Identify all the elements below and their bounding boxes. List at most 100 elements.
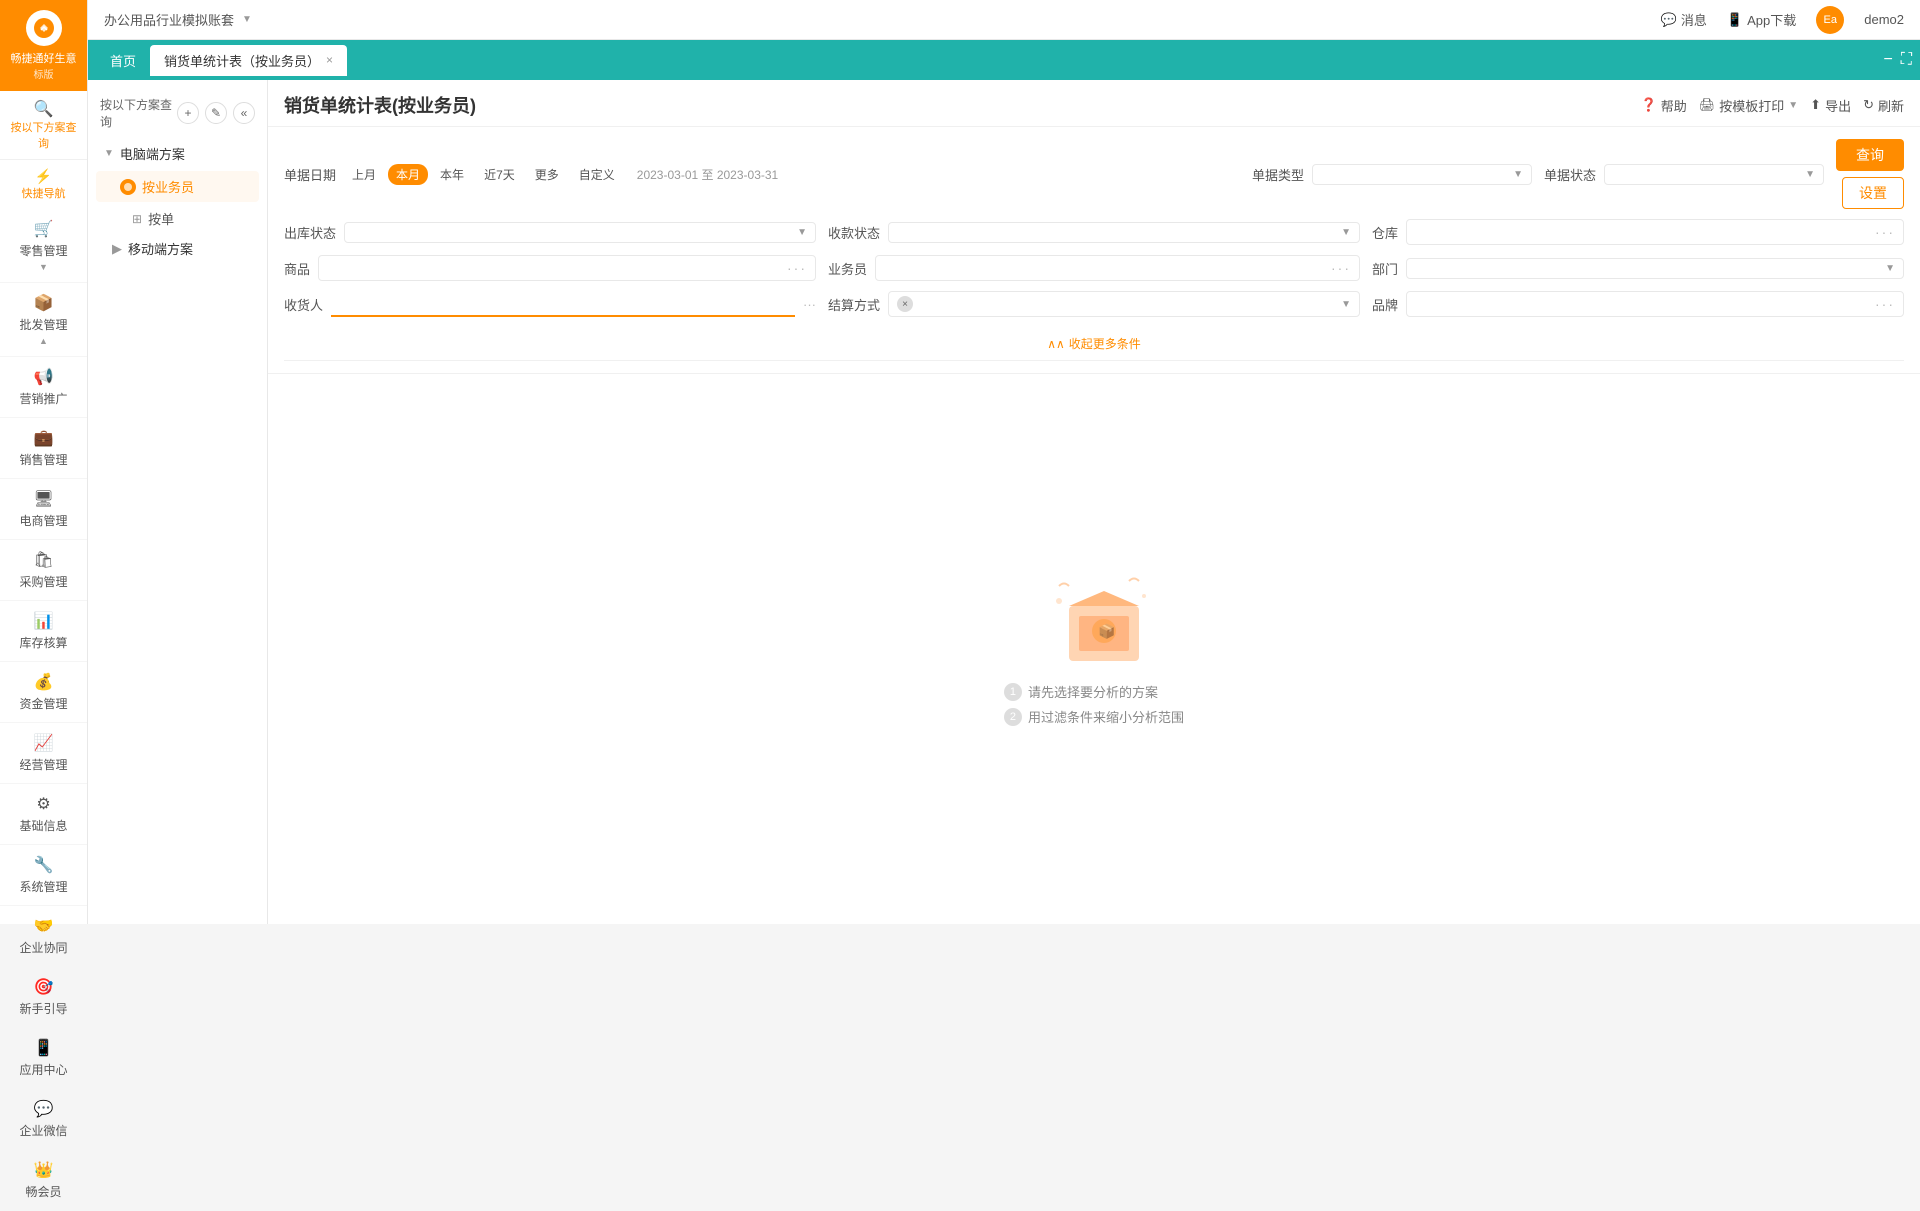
export-btn[interactable]: ⬆ 导出 xyxy=(1810,96,1851,115)
sidebar-item-wechat[interactable]: 💬 企业微信 xyxy=(0,1089,87,1150)
tree-section: ▼ 电脑端方案 按业务员 ⊞ 按单 ▶ 移动端方案 xyxy=(88,138,267,264)
tree-child-salesperson[interactable]: 按业务员 xyxy=(96,171,259,202)
mobile-scheme-parent[interactable]: ▶ 移动端方案 xyxy=(96,233,259,264)
payment-label: 收款状态 xyxy=(828,223,880,242)
avatar-text: Ea xyxy=(1824,14,1837,26)
settlement-arrow: ▼ xyxy=(1341,299,1351,310)
order-status-select[interactable]: ▼ xyxy=(1604,164,1824,185)
workspace-name: 办公用品行业模拟账套 xyxy=(104,10,234,29)
tab-home-label: 首页 xyxy=(110,51,136,70)
order-scheme-label: 按单 xyxy=(148,209,174,228)
message-btn[interactable]: 💬 消息 xyxy=(1661,10,1707,29)
collapse-panel-btn[interactable]: « xyxy=(233,102,255,124)
app-download-btn[interactable]: 📱 App下载 xyxy=(1727,10,1796,29)
user-avatar[interactable]: Ea xyxy=(1816,6,1844,34)
department-select[interactable]: ▼ xyxy=(1406,258,1904,279)
receiver-dots[interactable]: ··· xyxy=(803,297,816,312)
filter-area: 单据日期 上月 本月 本年 近7天 更多 自定义 2023-03-01 至 20… xyxy=(268,127,1920,374)
wechat-icon: 💬 xyxy=(34,1099,54,1119)
sidebar-item-marketing[interactable]: 📢 营销推广 xyxy=(0,357,87,418)
receiver-input[interactable] xyxy=(331,292,795,317)
warehouse-dots[interactable]: ··· xyxy=(1875,224,1895,240)
username[interactable]: demo2 xyxy=(1864,12,1904,27)
left-panel: 按以下方案查询 + ✎ « ▼ 电脑端方案 按业务员 xyxy=(88,80,268,924)
tab-home[interactable]: 首页 xyxy=(96,45,150,76)
filter-date: 单据日期 上月 本月 本年 近7天 更多 自定义 2023-03-01 至 20… xyxy=(284,164,1240,185)
date-tab-last-month[interactable]: 上月 xyxy=(344,164,384,185)
sidebar-item-member[interactable]: 👑 畅会员 xyxy=(0,1150,87,1211)
settings-button[interactable]: 设置 xyxy=(1842,177,1904,209)
settlement-select[interactable]: × ▼ xyxy=(888,291,1360,317)
chevron-up-icon: ∧∧ xyxy=(1047,337,1065,351)
salesperson-label: 业务员 xyxy=(828,259,867,278)
brand-dots[interactable]: ··· xyxy=(1875,296,1895,312)
member-icon: 👑 xyxy=(34,1160,54,1180)
collapse-bar[interactable]: ∧∧ 收起更多条件 xyxy=(284,327,1904,361)
edit-scheme-btn[interactable]: ✎ xyxy=(205,102,227,124)
date-tab-more[interactable]: 更多 xyxy=(527,164,567,185)
tab-minimize-icon[interactable]: − xyxy=(1883,51,1892,69)
payment-arrow: ▼ xyxy=(1341,227,1351,238)
product-dots[interactable]: ··· xyxy=(787,260,807,276)
salesperson-select[interactable]: ··· xyxy=(875,255,1360,281)
order-type-select[interactable]: ▼ xyxy=(1312,164,1532,185)
wholesale-label: 批发管理 xyxy=(19,316,67,333)
quick-nav[interactable]: ⚡ 快捷导航 xyxy=(0,160,87,209)
sidebar-item-purchase[interactable]: 🛍 采购管理 xyxy=(0,540,87,601)
date-tab-this-year[interactable]: 本年 xyxy=(432,164,472,185)
outbound-select[interactable]: ▼ xyxy=(344,222,816,243)
filter-product: 商品 ··· xyxy=(284,255,816,281)
date-tab-7days[interactable]: 近7天 xyxy=(476,164,523,185)
sidebar-item-inventory[interactable]: 📊 库存核算 xyxy=(0,601,87,662)
sidebar-item-system[interactable]: 🔧 系统管理 xyxy=(0,845,87,906)
date-label: 单据日期 xyxy=(284,165,336,184)
settlement-clear[interactable]: × xyxy=(897,296,913,312)
sidebar-item-enterprise[interactable]: 🤝 企业协同 xyxy=(0,906,87,967)
payment-select[interactable]: ▼ xyxy=(888,222,1360,243)
print-dropdown-icon[interactable]: ▼ xyxy=(1788,100,1798,111)
order-type-arrow: ▼ xyxy=(1513,169,1523,180)
sidebar-item-newbie[interactable]: 🎯 新手引导 xyxy=(0,967,87,1028)
refresh-btn[interactable]: ↻ 刷新 xyxy=(1863,96,1904,115)
filter-row-1: 单据日期 上月 本月 本年 近7天 更多 自定义 2023-03-01 至 20… xyxy=(284,139,1904,209)
sidebar-item-sales[interactable]: 💼 销售管理 xyxy=(0,418,87,479)
tab-expand-icon[interactable]: ⛶ xyxy=(1901,51,1912,69)
date-tabs: 上月 本月 本年 近7天 更多 自定义 xyxy=(344,164,623,185)
sidebar-item-operation[interactable]: 📈 经营管理 xyxy=(0,723,87,784)
app-logo[interactable]: 畅捷通好生意 标版 xyxy=(0,0,87,91)
desktop-scheme-label: 电脑端方案 xyxy=(120,144,185,163)
sidebar-item-basic[interactable]: ⚙ 基础信息 xyxy=(0,784,87,845)
desktop-scheme-parent[interactable]: ▼ 电脑端方案 xyxy=(96,138,259,169)
tab-close-icon[interactable]: × xyxy=(326,53,333,67)
tree-arrow-right: ▶ xyxy=(112,241,122,257)
workspace-dropdown[interactable]: ▼ xyxy=(242,14,252,25)
query-button[interactable]: 查询 xyxy=(1836,139,1904,171)
date-tab-this-month[interactable]: 本月 xyxy=(388,164,428,185)
warehouse-select[interactable]: ··· xyxy=(1406,219,1904,245)
system-icon: 🔧 xyxy=(34,855,54,875)
tab-sales-report[interactable]: 销货单统计表（按业务员） × xyxy=(150,45,347,76)
sidebar-item-wholesale[interactable]: 📦 批发管理 ▲ xyxy=(0,283,87,357)
settlement-label: 结算方式 xyxy=(828,295,880,314)
search-menu[interactable]: 🔍 按以下方案查询 xyxy=(0,91,87,160)
left-panel-title: 按以下方案查询 xyxy=(100,96,177,130)
operation-icon: 📈 xyxy=(34,733,54,753)
sidebar-item-retail[interactable]: 🛒 零售管理 ▼ xyxy=(0,209,87,283)
sidebar-item-finance[interactable]: 💰 资金管理 xyxy=(0,662,87,723)
tree-subchild-order[interactable]: ⊞ 按单 xyxy=(96,204,259,233)
print-btn[interactable]: 🖨 按模板打印 ▼ xyxy=(1699,96,1798,115)
help-btn[interactable]: ❓ 帮助 xyxy=(1641,96,1687,115)
sidebar-item-apps[interactable]: 📱 应用中心 xyxy=(0,1028,87,1089)
outbound-label: 出库状态 xyxy=(284,223,336,242)
newbie-icon: 🎯 xyxy=(34,977,54,997)
apps-label: 应用中心 xyxy=(19,1061,67,1078)
purchase-icon: 🛍 xyxy=(33,550,53,570)
date-tab-custom[interactable]: 自定义 xyxy=(571,164,623,185)
salesperson-dots[interactable]: ··· xyxy=(1331,260,1351,276)
sidebar-item-ecommerce[interactable]: 🖥 电商管理 xyxy=(0,479,87,540)
add-scheme-btn[interactable]: + xyxy=(177,102,199,124)
product-select[interactable]: ··· xyxy=(318,255,816,281)
empty-step-2: 2 用过滤条件来缩小分析范围 xyxy=(1004,707,1184,726)
order-status-label: 单据状态 xyxy=(1544,165,1596,184)
brand-select[interactable]: ··· xyxy=(1406,291,1904,317)
